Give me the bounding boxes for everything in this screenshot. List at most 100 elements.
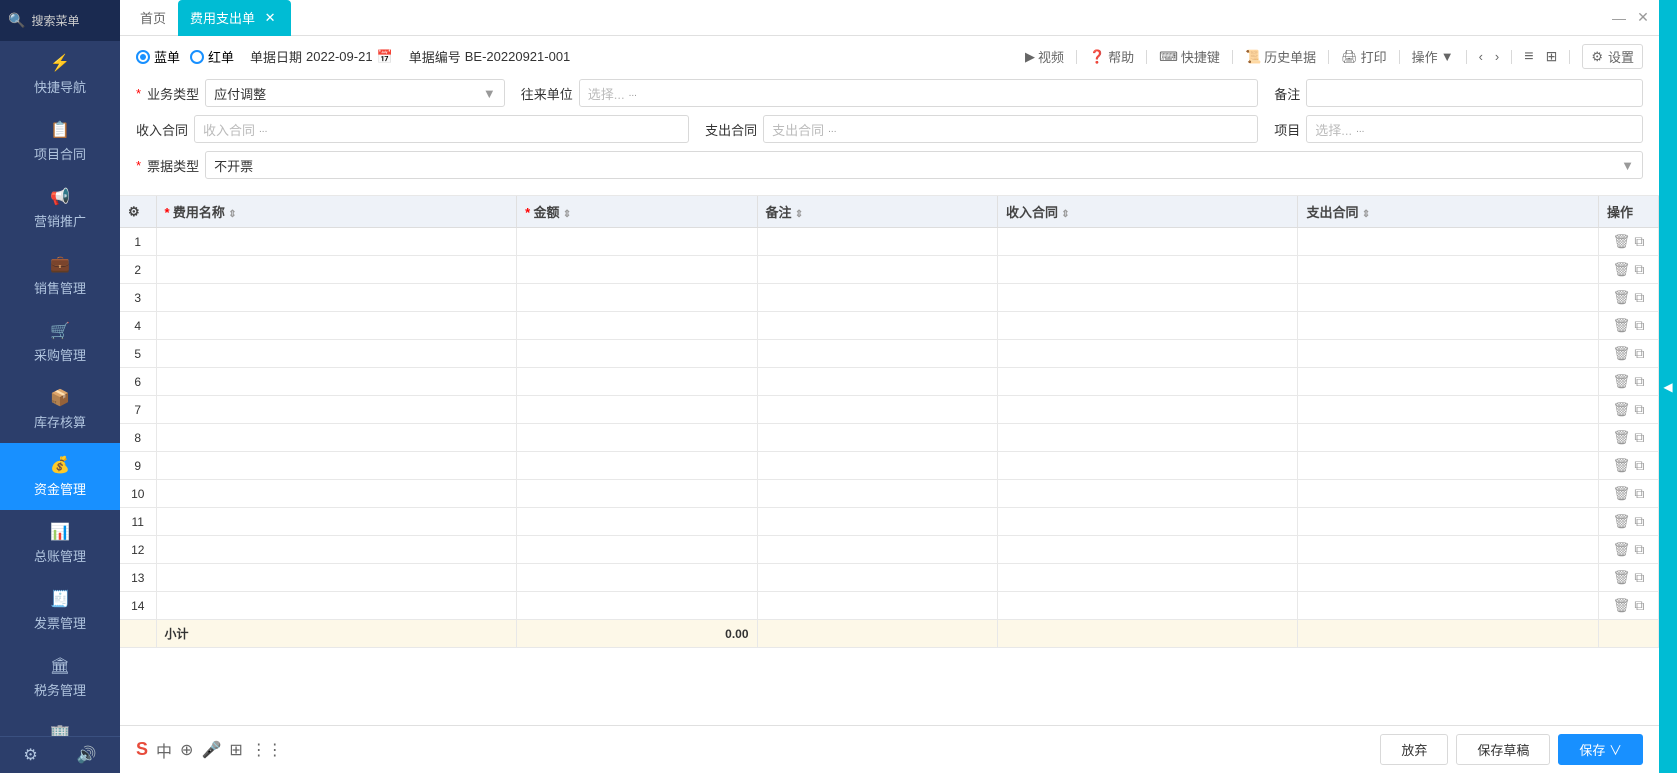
col-header-config[interactable]: ⚙ — [120, 196, 156, 228]
row-income-cell[interactable] — [997, 256, 1298, 284]
row-copy-icon[interactable]: ⧉ — [1634, 317, 1644, 334]
col-amount-sort[interactable]: ⇕ — [563, 209, 571, 220]
shortcut-btn[interactable]: ⌨ 快捷键 — [1159, 47, 1220, 66]
row-expense-cell[interactable] — [1298, 368, 1599, 396]
row-delete-icon[interactable]: 🗑 — [1613, 485, 1631, 502]
row-income-cell[interactable] — [997, 536, 1298, 564]
row-note-cell[interactable] — [757, 312, 997, 340]
save-button[interactable]: 保存 ∨ — [1558, 734, 1643, 765]
sidebar-item-inventory[interactable]: 📦库存核算 — [0, 376, 120, 443]
row-copy-icon[interactable]: ⧉ — [1634, 289, 1644, 306]
row-expense-cell[interactable] — [1298, 424, 1599, 452]
sidebar-item-assets[interactable]: 🏢固定资产 — [0, 711, 120, 736]
date-value[interactable]: 2022-09-21 — [306, 49, 373, 64]
row-copy-icon[interactable]: ⧉ — [1634, 429, 1644, 446]
row-income-cell[interactable] — [997, 284, 1298, 312]
row-income-cell[interactable] — [997, 452, 1298, 480]
col-header-expense[interactable]: 支出合同 ⇕ — [1298, 196, 1599, 228]
row-expense-cell[interactable] — [1298, 592, 1599, 620]
row-copy-icon[interactable]: ⧉ — [1634, 401, 1644, 418]
row-amount-cell[interactable] — [517, 480, 757, 508]
apps-icon[interactable]: ⋮⋮ — [251, 740, 283, 760]
row-note-cell[interactable] — [757, 592, 997, 620]
row-expense-cell[interactable] — [1298, 564, 1599, 592]
income-contract-more-icon[interactable]: ... — [259, 124, 267, 135]
row-copy-icon[interactable]: ⧉ — [1634, 513, 1644, 530]
col-header-amount[interactable]: * 金额 ⇕ — [517, 196, 757, 228]
row-delete-icon[interactable]: 🗑 — [1613, 429, 1631, 446]
partner-input[interactable]: 选择... ... — [579, 79, 1258, 107]
col-expense-sort[interactable]: ⇕ — [1362, 209, 1370, 220]
row-expense-cell[interactable] — [1298, 312, 1599, 340]
project-more-icon[interactable]: ... — [1356, 124, 1364, 135]
col-header-name[interactable]: * 费用名称 ⇕ — [156, 196, 517, 228]
row-note-cell[interactable] — [757, 508, 997, 536]
table-icon[interactable]: ⊞ — [229, 740, 242, 760]
row-delete-icon[interactable]: 🗑 — [1613, 541, 1631, 558]
row-delete-icon[interactable]: 🗑 — [1613, 401, 1631, 418]
discard-button[interactable]: 放弃 — [1380, 734, 1448, 765]
row-name-cell[interactable] — [156, 228, 517, 256]
row-amount-cell[interactable] — [517, 564, 757, 592]
row-name-cell[interactable] — [156, 452, 517, 480]
sidebar-item-procurement[interactable]: 🛒采购管理 — [0, 309, 120, 376]
calendar-icon[interactable]: 📅 — [377, 49, 393, 65]
row-delete-icon[interactable]: 🗑 — [1613, 569, 1631, 586]
row-delete-icon[interactable]: 🗑 — [1613, 513, 1631, 530]
row-expense-cell[interactable] — [1298, 284, 1599, 312]
row-expense-cell[interactable] — [1298, 396, 1599, 424]
sidebar-item-invoice[interactable]: 🧾发票管理 — [0, 577, 120, 644]
video-btn[interactable]: ▶ 视频 — [1025, 47, 1064, 66]
row-name-cell[interactable] — [156, 284, 517, 312]
row-copy-icon[interactable]: ⧉ — [1634, 597, 1644, 614]
row-copy-icon[interactable]: ⧉ — [1634, 373, 1644, 390]
row-name-cell[interactable] — [156, 480, 517, 508]
plus-icon[interactable]: ⊕ — [180, 740, 193, 760]
row-note-cell[interactable] — [757, 228, 997, 256]
partner-more-icon[interactable]: ... — [629, 88, 637, 99]
col-header-income[interactable]: 收入合同 ⇕ — [997, 196, 1298, 228]
sidebar-header[interactable]: 🔍 搜索菜单 — [0, 0, 120, 41]
row-note-cell[interactable] — [757, 368, 997, 396]
history-btn[interactable]: 📜 历史单据 — [1245, 47, 1316, 66]
row-copy-icon[interactable]: ⧉ — [1634, 233, 1644, 250]
row-expense-cell[interactable] — [1298, 452, 1599, 480]
save-draft-button[interactable]: 保存草稿 — [1456, 734, 1550, 765]
row-delete-icon[interactable]: 🗑 — [1613, 457, 1631, 474]
row-amount-cell[interactable] — [517, 424, 757, 452]
row-expense-cell[interactable] — [1298, 536, 1599, 564]
row-income-cell[interactable] — [997, 340, 1298, 368]
income-contract-input[interactable]: 收入合同 ... — [194, 115, 689, 143]
row-income-cell[interactable] — [997, 480, 1298, 508]
row-amount-cell[interactable] — [517, 368, 757, 396]
row-income-cell[interactable] — [997, 396, 1298, 424]
help-btn[interactable]: ❓ 帮助 — [1089, 47, 1134, 66]
row-income-cell[interactable] — [997, 564, 1298, 592]
row-amount-cell[interactable] — [517, 396, 757, 424]
row-expense-cell[interactable] — [1298, 508, 1599, 536]
row-name-cell[interactable] — [156, 564, 517, 592]
row-note-cell[interactable] — [757, 480, 997, 508]
project-input[interactable]: 选择... ... — [1306, 115, 1643, 143]
minimize-btn[interactable]: — — [1611, 10, 1627, 26]
tab-home[interactable]: 首页 — [128, 0, 178, 36]
row-delete-icon[interactable]: 🗑 — [1613, 373, 1631, 390]
note-input[interactable] — [1306, 79, 1643, 107]
nav-prev-btn[interactable]: ‹ — [1479, 49, 1483, 64]
row-name-cell[interactable] — [156, 256, 517, 284]
sidebar-item-tax[interactable]: 🏛税务管理 — [0, 644, 120, 711]
row-note-cell[interactable] — [757, 536, 997, 564]
col-income-sort[interactable]: ⇕ — [1061, 209, 1069, 220]
col-header-note[interactable]: 备注 ⇕ — [757, 196, 997, 228]
row-name-cell[interactable] — [156, 424, 517, 452]
row-income-cell[interactable] — [997, 368, 1298, 396]
row-amount-cell[interactable] — [517, 284, 757, 312]
row-name-cell[interactable] — [156, 312, 517, 340]
row-expense-cell[interactable] — [1298, 340, 1599, 368]
row-name-cell[interactable] — [156, 396, 517, 424]
view-list-btn[interactable]: ≡ — [1524, 48, 1533, 66]
radio-red[interactable]: 红单 — [190, 47, 234, 66]
row-name-cell[interactable] — [156, 508, 517, 536]
row-expense-cell[interactable] — [1298, 228, 1599, 256]
row-note-cell[interactable] — [757, 424, 997, 452]
